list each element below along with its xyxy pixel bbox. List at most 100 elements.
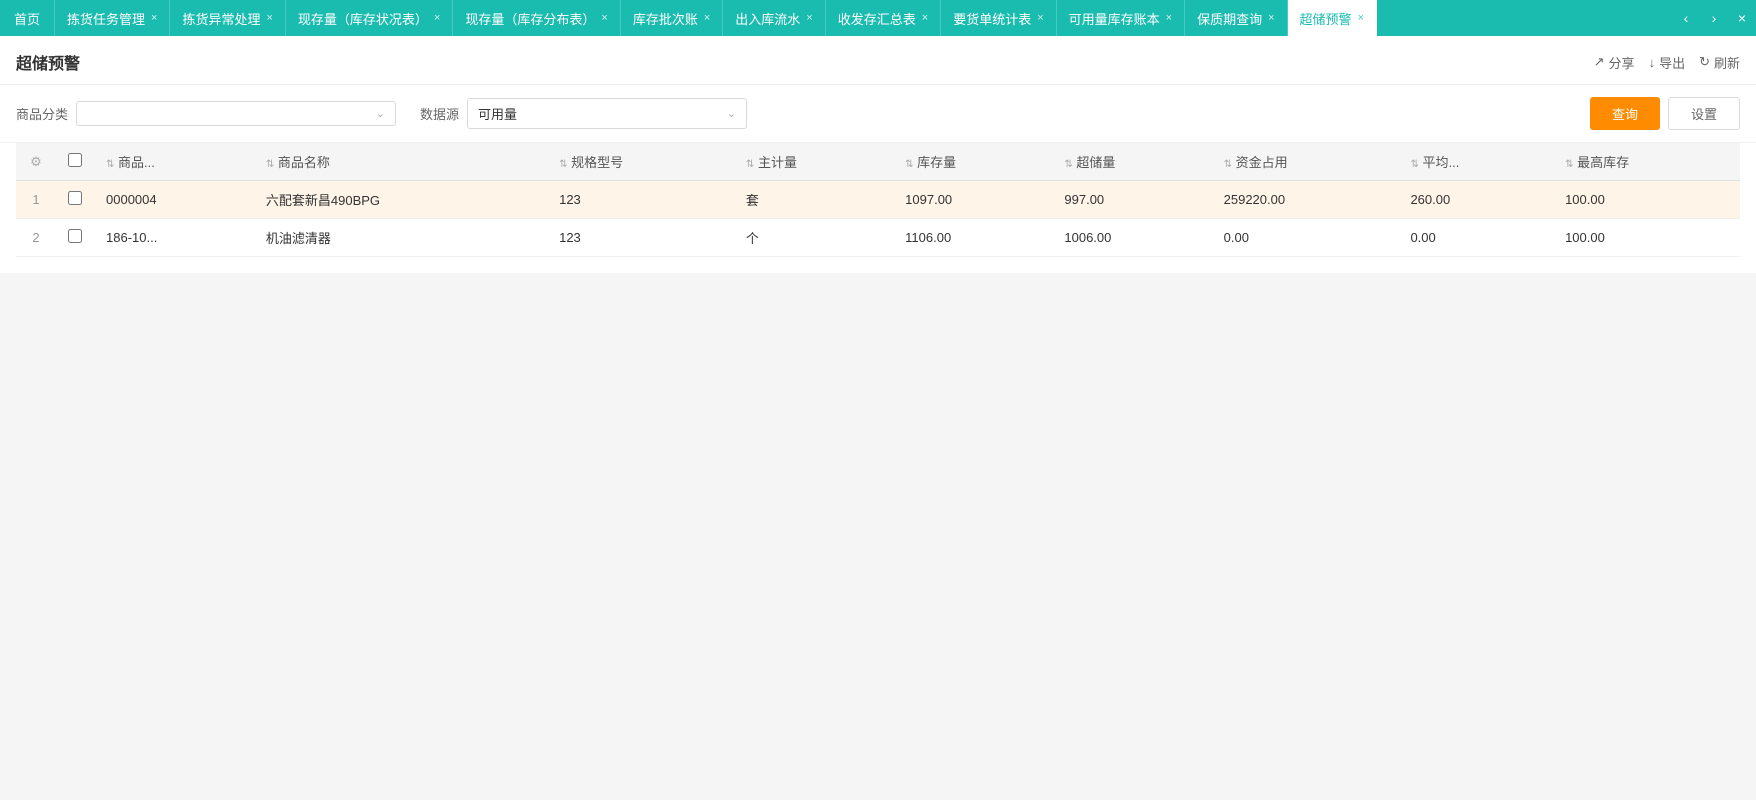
nav-shelf-life[interactable]: 保质期查询 × — [1185, 0, 1287, 36]
col-product-code: ⇅ 商品... — [94, 143, 254, 181]
cell-capital: 0.00 — [1212, 219, 1399, 257]
sort-icon: ⇅ — [106, 159, 114, 170]
sort-icon: ⇅ — [905, 159, 913, 170]
close-icon[interactable]: × — [434, 12, 440, 24]
datasource-select[interactable]: 可用量 ⌄ — [467, 98, 747, 129]
nav-batch-account[interactable]: 库存批次账 × — [621, 0, 723, 36]
query-button[interactable]: 查询 — [1590, 97, 1660, 130]
col-spec: ⇅ 规格型号 — [547, 143, 734, 181]
select-all-checkbox[interactable] — [68, 153, 82, 167]
refresh-icon: ↻ — [1699, 54, 1710, 70]
cell-spec: 123 — [547, 181, 734, 219]
row-index: 2 — [16, 219, 56, 257]
row-checkbox[interactable] — [68, 191, 82, 205]
cell-product-name: 六配套新昌490BPG — [254, 181, 547, 219]
datasource-label: 数据源 — [420, 104, 459, 123]
row-checkbox-cell — [56, 219, 94, 257]
share-icon: ↗ — [1594, 54, 1605, 70]
chevron-down-icon: ⌄ — [376, 107, 385, 120]
nav-home[interactable]: 首页 — [0, 0, 55, 36]
row-checkbox-cell — [56, 181, 94, 219]
nav-stock-status[interactable]: 现存量（库存状况表） × — [286, 0, 453, 36]
col-product-name: ⇅ 商品名称 — [254, 143, 547, 181]
table-row[interactable]: 1 0000004 六配套新昌490BPG 123 套 1097.00 997.… — [16, 181, 1740, 219]
col-max-stock: ⇅ 最高库存 — [1553, 143, 1740, 181]
cell-overstock: 997.00 — [1052, 181, 1211, 219]
nav-pick-task[interactable]: 拣货任务管理 × — [55, 0, 170, 36]
cell-product-code: 186-10... — [94, 219, 254, 257]
cell-product-name: 机油滤清器 — [254, 219, 547, 257]
col-avg: ⇅ 平均... — [1398, 143, 1553, 181]
nav-inout-flow[interactable]: 出入库流水 × — [723, 0, 825, 36]
close-icon[interactable]: × — [151, 12, 157, 24]
page-content: 超储预警 ↗ 分享 ↓ 导出 ↻ 刷新 商品分类 ⌄ 数据源 — [0, 36, 1756, 273]
cell-spec: 123 — [547, 219, 734, 257]
col-capital: ⇅ 资金占用 — [1212, 143, 1399, 181]
table-body: 1 0000004 六配套新昌490BPG 123 套 1097.00 997.… — [16, 181, 1740, 257]
settings-column-header: ⚙ — [16, 143, 56, 181]
refresh-button[interactable]: ↻ 刷新 — [1699, 53, 1740, 72]
nav-arrows: ‹ › × — [1672, 0, 1756, 36]
filter-buttons: 查询 设置 — [1590, 97, 1740, 130]
nav-prev-button[interactable]: ‹ — [1672, 0, 1700, 36]
table-row[interactable]: 2 186-10... 机油滤清器 123 个 1106.00 1006.00 … — [16, 219, 1740, 257]
row-index: 1 — [16, 181, 56, 219]
gear-icon[interactable]: ⚙ — [30, 154, 42, 169]
cell-avg: 0.00 — [1398, 219, 1553, 257]
row-checkbox[interactable] — [68, 229, 82, 243]
page-header: 超储预警 ↗ 分享 ↓ 导出 ↻ 刷新 — [0, 36, 1756, 85]
checkbox-column-header — [56, 143, 94, 181]
nav-next-button[interactable]: › — [1700, 0, 1728, 36]
filter-bar: 商品分类 ⌄ 数据源 可用量 ⌄ 查询 设置 — [0, 85, 1756, 143]
close-icon[interactable]: × — [922, 12, 928, 24]
datasource-filter: 数据源 可用量 ⌄ — [420, 98, 747, 129]
nav-pick-error[interactable]: 拣货异常处理 × — [170, 0, 285, 36]
category-label: 商品分类 — [16, 104, 68, 123]
top-navigation: 首页 拣货任务管理 × 拣货异常处理 × 现存量（库存状况表） × 现存量（库存… — [0, 0, 1756, 36]
table-header-row: ⚙ ⇅ 商品... ⇅ 商品名称 ⇅ 规格型号 — [16, 143, 1740, 181]
col-unit: ⇅ 主计量 — [734, 143, 893, 181]
cell-avg: 260.00 — [1398, 181, 1553, 219]
overstock-table: ⚙ ⇅ 商品... ⇅ 商品名称 ⇅ 规格型号 — [16, 143, 1740, 257]
cell-stock: 1106.00 — [893, 219, 1052, 257]
sort-icon: ⇅ — [266, 159, 274, 170]
cell-max-stock: 100.00 — [1553, 219, 1740, 257]
category-select[interactable]: ⌄ — [76, 101, 396, 126]
page-title: 超储预警 — [16, 50, 80, 74]
cell-max-stock: 100.00 — [1553, 181, 1740, 219]
close-icon[interactable]: × — [806, 12, 812, 24]
nav-stock-dist[interactable]: 现存量（库存分布表） × — [453, 0, 620, 36]
col-stock: ⇅ 库存量 — [893, 143, 1052, 181]
col-overstock: ⇅ 超储量 — [1052, 143, 1211, 181]
table-container: ⚙ ⇅ 商品... ⇅ 商品名称 ⇅ 规格型号 — [0, 143, 1756, 273]
nav-available-account[interactable]: 可用量库存账本 × — [1057, 0, 1185, 36]
export-button[interactable]: ↓ 导出 — [1649, 53, 1686, 72]
close-icon[interactable]: × — [1166, 12, 1172, 24]
sort-icon: ⇅ — [1410, 159, 1418, 170]
nav-summary[interactable]: 收发存汇总表 × — [826, 0, 941, 36]
sort-icon: ⇅ — [559, 159, 567, 170]
nav-overstock[interactable]: 超储预警 × — [1288, 0, 1377, 36]
datasource-value: 可用量 — [478, 104, 517, 123]
settings-button[interactable]: 设置 — [1668, 97, 1740, 130]
sort-icon: ⇅ — [1565, 159, 1573, 170]
close-icon[interactable]: × — [704, 12, 710, 24]
close-icon[interactable]: × — [601, 12, 607, 24]
close-icon[interactable]: × — [266, 12, 272, 24]
export-icon: ↓ — [1649, 55, 1656, 70]
cell-unit: 套 — [734, 181, 893, 219]
share-button[interactable]: ↗ 分享 — [1594, 53, 1635, 72]
sort-icon: ⇅ — [1064, 159, 1072, 170]
nav-order-stats[interactable]: 要货单统计表 × — [941, 0, 1056, 36]
sort-icon: ⇅ — [1224, 159, 1232, 170]
cell-product-code: 0000004 — [94, 181, 254, 219]
cell-overstock: 1006.00 — [1052, 219, 1211, 257]
close-icon[interactable]: × — [1358, 12, 1364, 24]
nav-more-button[interactable]: × — [1728, 0, 1756, 36]
category-filter: 商品分类 ⌄ — [16, 101, 396, 126]
close-icon[interactable]: × — [1268, 12, 1274, 24]
sort-icon: ⇅ — [746, 159, 754, 170]
chevron-down-icon: ⌄ — [727, 107, 736, 120]
cell-unit: 个 — [734, 219, 893, 257]
close-icon[interactable]: × — [1037, 12, 1043, 24]
